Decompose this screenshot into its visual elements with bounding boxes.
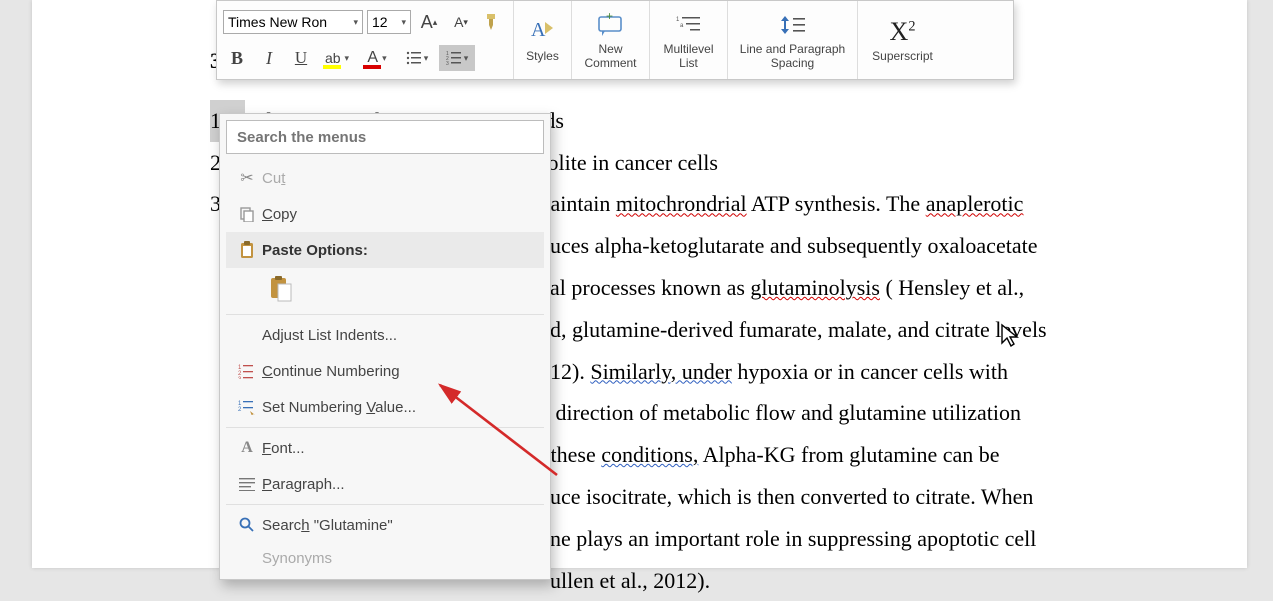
svg-text:2: 2 [238, 407, 242, 413]
styles-group[interactable]: A Styles [513, 1, 571, 79]
menu-continue-numbering[interactable]: 123 Continue Numbering [226, 353, 544, 389]
menu-copy[interactable]: Copy [226, 196, 544, 232]
italic-button[interactable]: I [255, 45, 283, 71]
paste-options-row [226, 268, 544, 312]
menu-set-numbering-value[interactable]: 12 Set Numbering Value... [226, 389, 544, 425]
increase-font-icon[interactable]: A▴ [415, 9, 443, 35]
numbering-button[interactable]: 123▾ [439, 45, 475, 71]
spacing-icon [779, 7, 807, 43]
font-color-button[interactable]: A▾ [359, 45, 395, 71]
font-icon: A [232, 439, 262, 457]
line-spacing-group[interactable]: Line and ParagraphSpacing [727, 1, 857, 79]
paste-icon [232, 241, 262, 259]
menu-font[interactable]: A Font... [226, 430, 544, 466]
svg-text:+: + [606, 13, 613, 23]
spelling-error[interactable]: mitochrondrial [616, 191, 747, 216]
underline-button[interactable]: U [287, 45, 315, 71]
menu-paste-options-header: Paste Options: [226, 232, 544, 268]
font-size-combo[interactable]: 12▾ [367, 10, 411, 34]
svg-text:3: 3 [446, 61, 449, 65]
svg-text:A: A [531, 19, 546, 41]
styles-icon: A [529, 14, 557, 50]
format-painter-icon[interactable] [479, 9, 507, 35]
decrease-font-icon[interactable]: A▾ [447, 9, 475, 35]
copy-icon [232, 206, 262, 222]
cut-icon: ✂ [232, 168, 262, 188]
superscript-group[interactable]: X2 Superscript [857, 1, 947, 79]
comment-icon: + [597, 7, 625, 43]
menu-paragraph[interactable]: Paragraph... [226, 466, 544, 502]
menu-adjust-list-indents[interactable]: Adjust List Indents... [226, 317, 544, 353]
paragraph-icon [232, 477, 262, 491]
grammar-suggestion[interactable]: conditions, [601, 442, 698, 467]
menu-synonyms[interactable]: Synonyms [226, 543, 544, 573]
superscript-icon: X2 [890, 14, 916, 50]
menu-search-selection[interactable]: Search "Glutamine" [226, 507, 544, 543]
strikethrough-highlight-button[interactable]: ab▾ [319, 45, 355, 71]
continue-numbering-icon: 123 [232, 363, 262, 379]
mini-toolbar: Times New Ron▾ 12▾ A▴ A▾ B I U ab▾ A▾ ▾ [216, 0, 1014, 80]
search-icon [232, 517, 262, 533]
paste-keep-source-icon[interactable] [264, 272, 298, 306]
svg-text:3: 3 [238, 377, 242, 379]
multilevel-list-icon: 1a [676, 7, 702, 43]
menu-search-input[interactable] [226, 120, 544, 154]
context-menu: ✂ Cut Copy Paste Options: Adjust List In… [219, 113, 551, 580]
spelling-error[interactable]: glutaminolysis [750, 275, 880, 300]
menu-cut: ✂ Cut [226, 160, 544, 196]
bold-button[interactable]: B [223, 45, 251, 71]
document-page: 3.0 G 1 Glutamine is the major amino aci… [32, 0, 1247, 568]
svg-text:a: a [680, 23, 684, 29]
multilevel-list-group[interactable]: 1a MultilevelList [649, 1, 727, 79]
set-numbering-icon: 12 [232, 399, 262, 415]
font-name-combo[interactable]: Times New Ron▾ [223, 10, 363, 34]
spelling-error[interactable]: anaplerotic [926, 191, 1024, 216]
new-comment-group[interactable]: + NewComment [571, 1, 649, 79]
grammar-suggestion[interactable]: Similarly, under [590, 359, 732, 384]
bullets-button[interactable]: ▾ [399, 45, 435, 71]
